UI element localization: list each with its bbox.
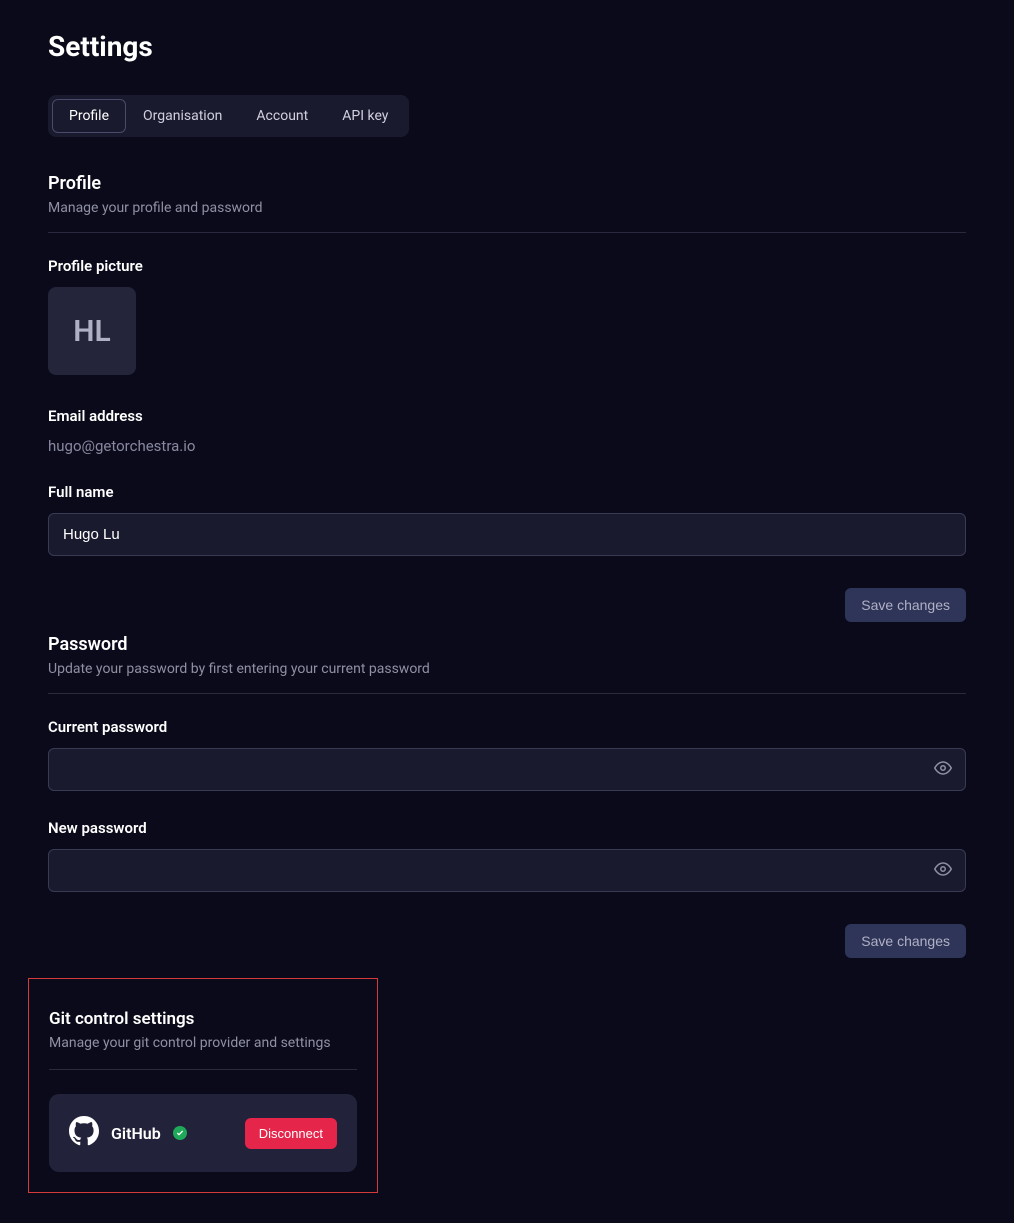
avatar[interactable]: HL <box>48 287 136 375</box>
password-actions: Save changes <box>48 924 966 958</box>
save-password-button[interactable]: Save changes <box>845 924 966 958</box>
profile-section-desc: Manage your profile and password <box>48 200 966 216</box>
password-section-title: Password <box>48 634 966 655</box>
page-title: Settings <box>48 30 966 63</box>
profile-section-title: Profile <box>48 173 966 194</box>
profile-section: Profile Manage your profile and password… <box>48 173 966 622</box>
password-section: Password Update your password by first e… <box>48 634 966 958</box>
fullname-label: Full name <box>48 483 966 501</box>
git-settings-highlight: Git control settings Manage your git con… <box>28 978 378 1193</box>
git-section-title: Git control settings <box>49 1009 357 1029</box>
email-label: Email address <box>48 407 966 425</box>
save-profile-button[interactable]: Save changes <box>845 588 966 622</box>
new-password-input[interactable] <box>48 849 966 892</box>
settings-tabs: Profile Organisation Account API key <box>48 95 409 137</box>
git-provider-card: GitHub Disconnect <box>49 1094 357 1172</box>
tab-api-key[interactable]: API key <box>325 99 405 133</box>
git-provider-name: GitHub <box>111 1124 161 1143</box>
divider <box>49 1069 357 1070</box>
divider <box>48 232 966 233</box>
tab-organisation[interactable]: Organisation <box>126 99 239 133</box>
git-section-desc: Manage your git control provider and set… <box>49 1035 357 1051</box>
current-password-input[interactable] <box>48 748 966 791</box>
email-value: hugo@getorchestra.io <box>48 437 966 455</box>
git-provider-info: GitHub <box>69 1116 187 1150</box>
password-section-desc: Update your password by first entering y… <box>48 661 966 677</box>
github-icon <box>69 1116 99 1150</box>
profile-actions: Save changes <box>48 588 966 622</box>
profile-picture-label: Profile picture <box>48 257 966 275</box>
eye-icon[interactable] <box>934 860 952 882</box>
fullname-input[interactable] <box>48 513 966 556</box>
divider <box>48 693 966 694</box>
check-icon <box>173 1126 187 1140</box>
current-password-label: Current password <box>48 718 966 736</box>
eye-icon[interactable] <box>934 759 952 781</box>
tab-profile[interactable]: Profile <box>52 99 126 133</box>
new-password-label: New password <box>48 819 966 837</box>
tab-account[interactable]: Account <box>239 99 325 133</box>
disconnect-button[interactable]: Disconnect <box>245 1118 337 1149</box>
